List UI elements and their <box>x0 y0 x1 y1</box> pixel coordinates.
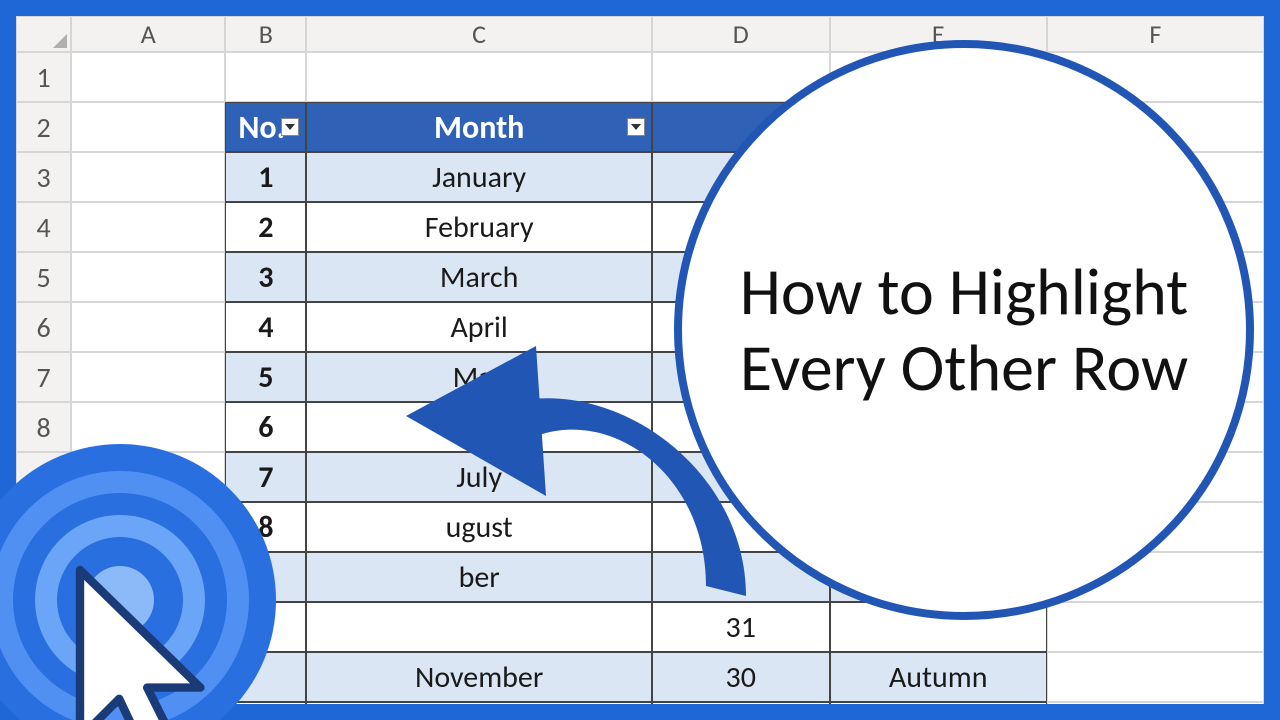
cell[interactable] <box>71 52 225 102</box>
cell-month[interactable]: ber <box>306 552 651 602</box>
cell[interactable] <box>71 202 225 252</box>
title-callout: How to Highlight Every Other Row <box>674 40 1254 620</box>
row-header[interactable]: 7 <box>16 352 71 402</box>
column-header-row: A B C D E F <box>16 16 1264 52</box>
cell-month[interactable]: March <box>306 252 651 302</box>
cell-no[interactable]: 3 <box>225 252 306 302</box>
cell-days[interactable]: 31 <box>652 702 830 704</box>
filter-icon[interactable] <box>281 118 299 136</box>
callout-text: How to Highlight Every Other Row <box>682 254 1246 406</box>
cell[interactable] <box>71 302 225 352</box>
label: No. <box>238 108 285 147</box>
cell-no[interactable]: 2 <box>225 202 306 252</box>
cell[interactable] <box>71 102 225 152</box>
cell-days[interactable]: 31 <box>652 602 830 652</box>
filter-icon[interactable] <box>627 118 645 136</box>
cell-days[interactable]: 30 <box>652 652 830 702</box>
cell[interactable] <box>71 152 225 202</box>
table-header-month[interactable]: Month <box>306 102 651 152</box>
row-header[interactable]: 4 <box>16 202 71 252</box>
cell[interactable] <box>1047 702 1264 704</box>
cell-month[interactable]: February <box>306 202 651 252</box>
cell[interactable] <box>1047 652 1264 702</box>
cell-month[interactable]: May <box>306 352 651 402</box>
cell[interactable] <box>1047 602 1264 652</box>
cell-season[interactable]: Autumn <box>830 652 1047 702</box>
col-header-C[interactable]: C <box>306 16 652 52</box>
col-header-A[interactable]: A <box>71 16 225 52</box>
row-header[interactable]: 6 <box>16 302 71 352</box>
cell-month[interactable]: January <box>306 152 651 202</box>
cell-month[interactable]: July <box>306 452 651 502</box>
cell-no[interactable]: 5 <box>225 352 306 402</box>
label: Month <box>434 108 524 147</box>
col-header-F[interactable]: F <box>1047 16 1264 52</box>
cell-no[interactable]: 1 <box>225 152 306 202</box>
cell-month[interactable]: June <box>306 402 651 452</box>
table-header-no[interactable]: No. <box>225 102 306 152</box>
row-header[interactable]: 1 <box>16 52 71 102</box>
cell-month[interactable]: ugust <box>306 502 651 552</box>
row-header[interactable]: 5 <box>16 252 71 302</box>
cell-season[interactable]: Winter <box>830 702 1047 704</box>
cell-no[interactable]: 4 <box>225 302 306 352</box>
cell[interactable] <box>71 352 225 402</box>
row-header[interactable]: 3 <box>16 152 71 202</box>
cell-month[interactable]: November <box>306 652 651 702</box>
cell[interactable] <box>71 252 225 302</box>
brand-cursor-logo-icon <box>0 440 280 720</box>
col-header-B[interactable]: B <box>225 16 306 52</box>
thumbnail-frame: A B C D E F 1 2 No <box>0 0 1280 720</box>
select-all-corner[interactable] <box>16 16 71 52</box>
cell-month[interactable] <box>306 602 651 652</box>
row-header[interactable]: 2 <box>16 102 71 152</box>
cell-month[interactable]: December <box>306 702 651 704</box>
col-header-D[interactable]: D <box>652 16 830 52</box>
cell[interactable] <box>306 52 651 102</box>
cell-month[interactable]: April <box>306 302 651 352</box>
cell[interactable] <box>225 52 306 102</box>
